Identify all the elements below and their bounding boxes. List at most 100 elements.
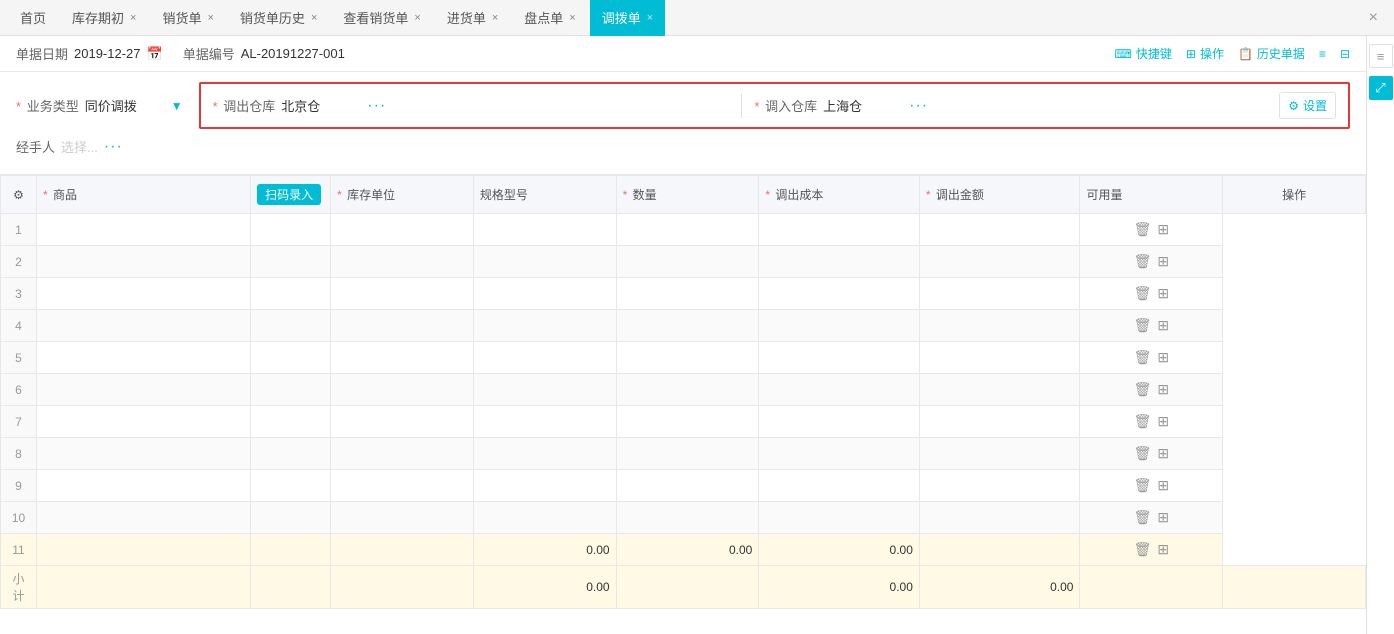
cost-cell-10[interactable] (616, 502, 759, 534)
tab-stocktake-close[interactable]: × (569, 12, 575, 24)
handler-input[interactable]: 选择... (61, 137, 98, 156)
transfer-in-more-button[interactable]: ··· (909, 97, 928, 115)
cost-cell-7[interactable] (616, 406, 759, 438)
layout-grid-button[interactable]: ⊟ (1340, 47, 1350, 61)
available-cell-9[interactable] (919, 470, 1080, 502)
subtotal-available-cell[interactable] (919, 534, 1080, 566)
quantity-cell-7[interactable] (473, 406, 616, 438)
product-cell-3[interactable] (37, 278, 251, 310)
spec-cell-4[interactable] (331, 310, 474, 342)
window-close-button[interactable]: × (1361, 9, 1386, 27)
tab-transfer[interactable]: 调拨单 × (590, 0, 665, 36)
available-cell-4[interactable] (919, 310, 1080, 342)
delete-row-2-button[interactable]: 🗑 (1134, 253, 1152, 270)
tab-sales-history-close[interactable]: × (311, 12, 317, 24)
history-button[interactable]: 📋 历史单据 (1238, 45, 1305, 62)
product-cell-10[interactable] (37, 502, 251, 534)
calendar-icon[interactable]: 📅 (147, 46, 163, 62)
operations-button[interactable]: ⊞ 操作 (1186, 45, 1224, 62)
tab-transfer-close[interactable]: × (647, 12, 653, 24)
tab-purchase-order[interactable]: 进货单 × (435, 0, 510, 36)
settings-button[interactable]: ⚙ 设置 (1279, 92, 1336, 119)
copy-row-10-button[interactable]: ⊞ (1157, 509, 1169, 526)
cost-cell-6[interactable] (616, 374, 759, 406)
copy-row-11-button[interactable]: ⊞ (1157, 541, 1169, 558)
unit-cell-8[interactable] (251, 438, 331, 470)
copy-row-8-button[interactable]: ⊞ (1157, 445, 1169, 462)
tab-check-sales[interactable]: 查看销货单 × (331, 0, 432, 36)
product-cell-6[interactable] (37, 374, 251, 406)
product-cell-2[interactable] (37, 246, 251, 278)
copy-row-3-button[interactable]: ⊞ (1157, 285, 1169, 302)
delete-row-4-button[interactable]: 🗑 (1134, 317, 1152, 334)
tab-home[interactable]: 首页 (8, 0, 58, 36)
amount-cell-2[interactable] (759, 246, 920, 278)
available-cell-7[interactable] (919, 406, 1080, 438)
right-panel-expand-button[interactable]: ⤢ (1369, 76, 1393, 100)
layout-list-button[interactable]: ≡ (1319, 47, 1326, 61)
spec-cell-3[interactable] (331, 278, 474, 310)
unit-cell-1[interactable] (251, 214, 331, 246)
product-cell-5[interactable] (37, 342, 251, 374)
available-cell-1[interactable] (919, 214, 1080, 246)
tab-stocktake[interactable]: 盘点单 × (512, 0, 587, 36)
quantity-cell-5[interactable] (473, 342, 616, 374)
cost-cell-5[interactable] (616, 342, 759, 374)
delete-row-3-button[interactable]: 🗑 (1134, 285, 1152, 302)
available-cell-8[interactable] (919, 438, 1080, 470)
transfer-out-more-button[interactable]: ··· (367, 97, 386, 115)
available-cell-10[interactable] (919, 502, 1080, 534)
quantity-cell-9[interactable] (473, 470, 616, 502)
subtotal-spec-cell[interactable] (331, 534, 474, 566)
amount-cell-7[interactable] (759, 406, 920, 438)
unit-cell-10[interactable] (251, 502, 331, 534)
unit-cell-7[interactable] (251, 406, 331, 438)
quantity-cell-1[interactable] (473, 214, 616, 246)
amount-cell-8[interactable] (759, 438, 920, 470)
spec-cell-9[interactable] (331, 470, 474, 502)
business-type-dropdown[interactable]: ▼ (171, 99, 183, 113)
unit-cell-9[interactable] (251, 470, 331, 502)
delete-row-5-button[interactable]: 🗑 (1134, 349, 1152, 366)
cost-cell-2[interactable] (616, 246, 759, 278)
copy-row-7-button[interactable]: ⊞ (1157, 413, 1169, 430)
spec-cell-2[interactable] (331, 246, 474, 278)
tab-sales-order-close[interactable]: × (207, 12, 213, 24)
scan-button[interactable]: 扫码录入 (257, 184, 321, 205)
subtotal-product-cell[interactable] (37, 534, 251, 566)
handler-more-button[interactable]: ··· (104, 138, 123, 156)
delete-row-7-button[interactable]: 🗑 (1134, 413, 1152, 430)
spec-cell-5[interactable] (331, 342, 474, 374)
tab-inventory-init-close[interactable]: × (130, 12, 136, 24)
delete-row-9-button[interactable]: 🗑 (1134, 477, 1152, 494)
spec-cell-10[interactable] (331, 502, 474, 534)
delete-row-11-button[interactable]: 🗑 (1134, 541, 1152, 558)
tab-purchase-order-close[interactable]: × (492, 12, 498, 24)
quantity-cell-2[interactable] (473, 246, 616, 278)
transfer-in-value[interactable]: 上海仓 (823, 96, 903, 115)
tab-inventory-init[interactable]: 库存期初 × (60, 0, 148, 36)
spec-cell-7[interactable] (331, 406, 474, 438)
quantity-cell-4[interactable] (473, 310, 616, 342)
amount-cell-5[interactable] (759, 342, 920, 374)
quantity-cell-8[interactable] (473, 438, 616, 470)
amount-cell-3[interactable] (759, 278, 920, 310)
copy-row-6-button[interactable]: ⊞ (1157, 381, 1169, 398)
product-cell-8[interactable] (37, 438, 251, 470)
spec-cell-6[interactable] (331, 374, 474, 406)
quantity-cell-3[interactable] (473, 278, 616, 310)
shortcuts-button[interactable]: ⌨ 快捷键 (1115, 45, 1172, 62)
delete-row-1-button[interactable]: 🗑 (1134, 221, 1152, 238)
gear-icon[interactable]: ⚙ (13, 188, 24, 202)
spec-cell-8[interactable] (331, 438, 474, 470)
amount-cell-1[interactable] (759, 214, 920, 246)
unit-cell-2[interactable] (251, 246, 331, 278)
unit-cell-3[interactable] (251, 278, 331, 310)
tab-sales-history[interactable]: 销货单历史 × (228, 0, 329, 36)
copy-row-2-button[interactable]: ⊞ (1157, 253, 1169, 270)
copy-row-9-button[interactable]: ⊞ (1157, 477, 1169, 494)
cost-cell-4[interactable] (616, 310, 759, 342)
unit-cell-4[interactable] (251, 310, 331, 342)
tab-sales-order[interactable]: 销货单 × (150, 0, 225, 36)
amount-cell-6[interactable] (759, 374, 920, 406)
